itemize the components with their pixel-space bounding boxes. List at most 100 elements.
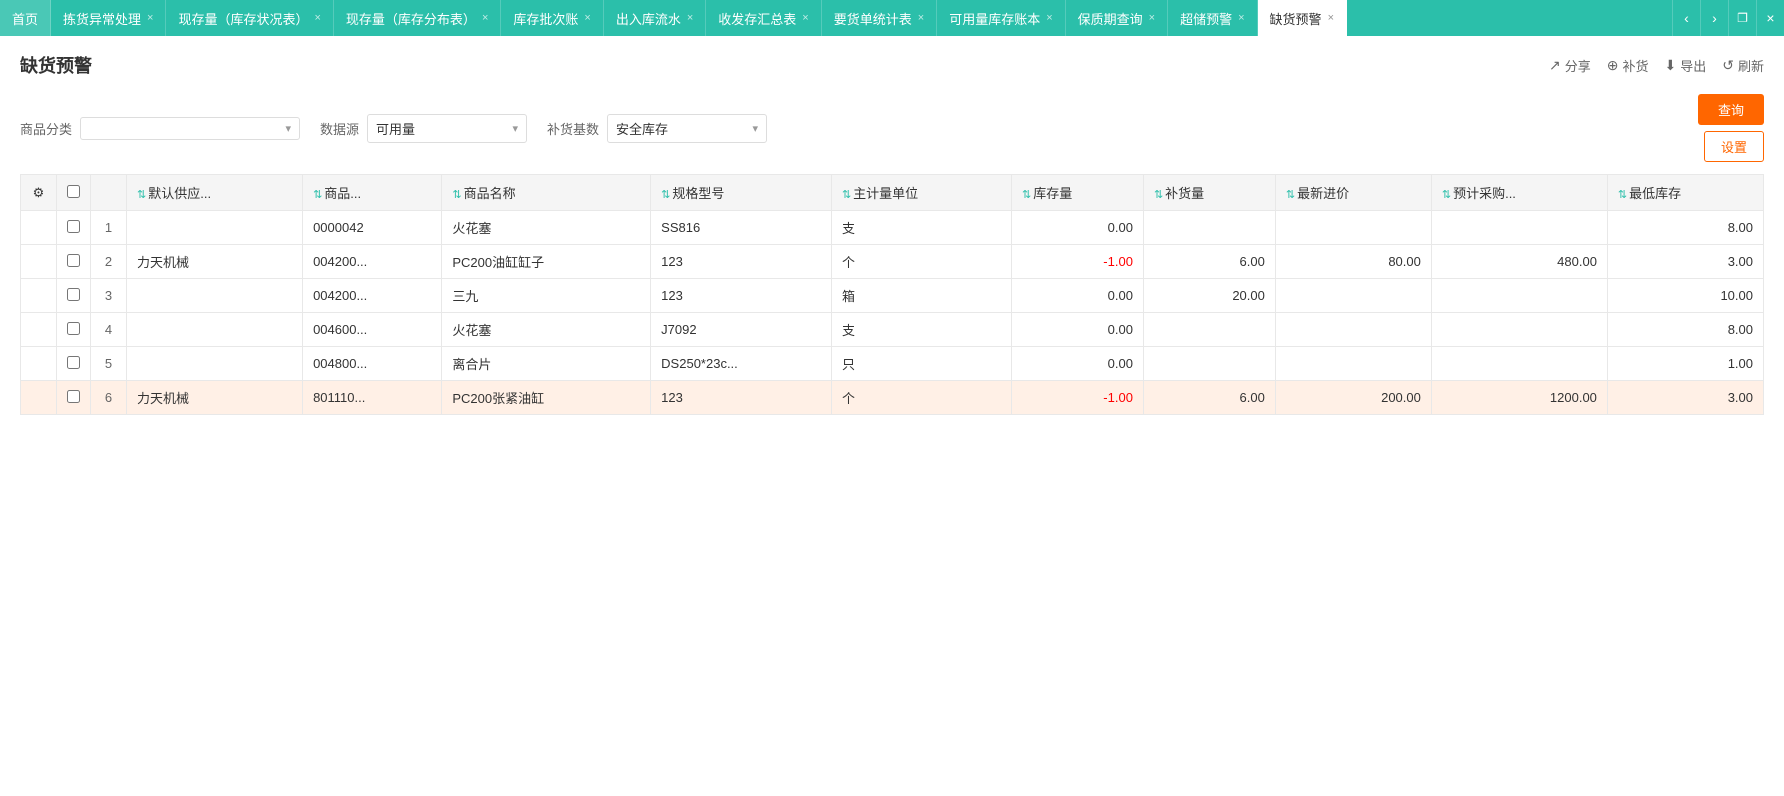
tab-close-exception[interactable]: × — [147, 12, 153, 24]
stock-column-header[interactable]: ⇅库存量 — [1012, 175, 1144, 211]
tab-close-overstock[interactable]: × — [1238, 12, 1244, 24]
tab-order-stats[interactable]: 要货单统计表 × — [822, 0, 937, 36]
tab-close-order-stats[interactable]: × — [918, 12, 924, 24]
tab-inout-flow[interactable]: 出入库流水 × — [604, 0, 706, 36]
tab-close-inventory-status[interactable]: × — [314, 12, 320, 24]
spec-column-header[interactable]: ⇅规格型号 — [651, 175, 832, 211]
tab-label: 要货单统计表 — [834, 9, 912, 28]
latest-price-column-header[interactable]: ⇅最新进价 — [1275, 175, 1431, 211]
gear-column-header[interactable]: ⚙ — [21, 175, 57, 211]
est-purchase-column-header[interactable]: ⇅预计采购... — [1431, 175, 1607, 211]
stock-cell: -1.00 — [1012, 381, 1144, 415]
checkbox-cell[interactable] — [57, 245, 91, 279]
supplier-column-header[interactable]: ⇅默认供应... — [127, 175, 303, 211]
unit-column-header[interactable]: ⇅主计量单位 — [831, 175, 1011, 211]
product-name-column-header[interactable]: ⇅商品名称 — [442, 175, 651, 211]
tab-expiry-query[interactable]: 保质期查询× — [1066, 0, 1168, 36]
tab-shortage[interactable]: 缺货预警 × — [1258, 0, 1347, 36]
checkbox-cell[interactable] — [57, 279, 91, 313]
tab-inventory-status[interactable]: 现存量（库存状况表）× — [166, 0, 333, 36]
category-arrow-icon: ▾ — [285, 122, 291, 135]
tab-label: 首页 — [12, 9, 38, 28]
tab-avail-ledger[interactable]: 可用量库存账本× — [937, 0, 1065, 36]
est-purchase-cell: 480.00 — [1431, 245, 1607, 279]
replenish-qty-cell: 20.00 — [1143, 279, 1275, 313]
tab-close-shortage[interactable]: × — [1328, 12, 1334, 24]
checkbox-cell[interactable] — [57, 347, 91, 381]
settings-button[interactable]: 设置 — [1704, 131, 1764, 162]
tab-overstock[interactable]: 超储预警× — [1168, 0, 1257, 36]
min-stock-cell: 8.00 — [1607, 211, 1763, 245]
row-checkbox[interactable] — [67, 390, 80, 403]
tab-close-avail-ledger[interactable]: × — [1046, 12, 1052, 24]
replenish-basis-value: 安全库存 — [616, 119, 668, 138]
tab-inventory-dist[interactable]: 现存量（库存分布表）× — [334, 0, 501, 36]
share-label: 分享 — [1565, 56, 1591, 75]
tab-nav-controls: ‹ › ❐ × — [1672, 0, 1784, 36]
refresh-button[interactable]: ↺ 刷新 — [1722, 56, 1764, 75]
tab-label: 缺货预警 — [1270, 9, 1322, 28]
stock-cell: 0.00 — [1012, 347, 1144, 381]
row-checkbox[interactable] — [67, 322, 80, 335]
share-button[interactable]: ↗ 分享 — [1549, 56, 1591, 75]
query-button[interactable]: 查询 — [1698, 94, 1764, 125]
min-stock-column-header[interactable]: ⇅最低库存 — [1607, 175, 1763, 211]
stock-cell: 0.00 — [1012, 279, 1144, 313]
latest-price-cell — [1275, 211, 1431, 245]
product-name-cell: 火花塞 — [442, 313, 651, 347]
tab-scroll-right[interactable]: › — [1700, 0, 1728, 36]
table-row: 2 力天机械 004200... PC200油缸缸子 123 个 -1.00 6… — [21, 245, 1764, 279]
checkbox-cell[interactable] — [57, 313, 91, 347]
spec-cell: DS250*23c... — [651, 347, 832, 381]
unit-cell: 箱 — [831, 279, 1011, 313]
tab-close-inventory-dist[interactable]: × — [482, 12, 488, 24]
checkbox-cell[interactable] — [57, 211, 91, 245]
tab-bar: 首页拣货异常处理×现存量（库存状况表）×现存量（库存分布表）×库存批次账×出入库… — [0, 0, 1784, 36]
product-name-cell: 三九 — [442, 279, 651, 313]
replenish-qty-cell — [1143, 211, 1275, 245]
checkbox-cell[interactable] — [57, 381, 91, 415]
unit-cell: 个 — [831, 381, 1011, 415]
checkbox-column-header[interactable] — [57, 175, 91, 211]
stock-cell: 0.00 — [1012, 211, 1144, 245]
row-checkbox[interactable] — [67, 356, 80, 369]
replenish-qty-cell — [1143, 347, 1275, 381]
tab-close-recv-summary[interactable]: × — [802, 12, 808, 24]
window-restore-btn[interactable]: ❐ — [1728, 0, 1756, 36]
tab-batch[interactable]: 库存批次账× — [501, 0, 603, 36]
replenish-button[interactable]: ⊕ 补货 — [1607, 56, 1649, 75]
tab-exception[interactable]: 拣货异常处理× — [51, 0, 166, 36]
supplier-cell — [127, 313, 303, 347]
unit-cell: 个 — [831, 245, 1011, 279]
row-checkbox[interactable] — [67, 288, 80, 301]
export-button[interactable]: ⬇ 导出 — [1665, 56, 1707, 75]
est-purchase-cell — [1431, 313, 1607, 347]
min-stock-cell: 3.00 — [1607, 245, 1763, 279]
datasource-label: 数据源 — [320, 119, 359, 138]
spec-cell: 123 — [651, 279, 832, 313]
tab-close-inout-flow[interactable]: × — [687, 12, 693, 24]
category-select[interactable]: ▾ — [80, 117, 300, 140]
row-checkbox[interactable] — [67, 254, 80, 267]
row-checkbox[interactable] — [67, 220, 80, 233]
window-close-btn[interactable]: × — [1756, 0, 1784, 36]
tab-home[interactable]: 首页 — [0, 0, 51, 36]
latest-price-cell — [1275, 313, 1431, 347]
row-num-cell: 3 — [91, 279, 127, 313]
product-code-column-header[interactable]: ⇅商品... — [303, 175, 442, 211]
supplier-cell — [127, 347, 303, 381]
row-num-cell: 6 — [91, 381, 127, 415]
replenish-icon: ⊕ — [1607, 57, 1619, 74]
tab-label: 出入库流水 — [616, 9, 681, 28]
tab-close-expiry-query[interactable]: × — [1149, 12, 1155, 24]
tab-scroll-left[interactable]: ‹ — [1672, 0, 1700, 36]
datasource-select[interactable]: 可用量 ▾ — [367, 114, 527, 143]
datasource-value: 可用量 — [376, 119, 415, 138]
replenish-basis-select[interactable]: 安全库存 ▾ — [607, 114, 767, 143]
replenish-qty-column-header[interactable]: ⇅补货量 — [1143, 175, 1275, 211]
tab-close-batch[interactable]: × — [584, 12, 590, 24]
gear-cell — [21, 381, 57, 415]
select-all-checkbox[interactable] — [67, 185, 80, 198]
category-filter-group: 商品分类 ▾ — [20, 117, 300, 140]
tab-recv-summary[interactable]: 收发存汇总表× — [706, 0, 821, 36]
